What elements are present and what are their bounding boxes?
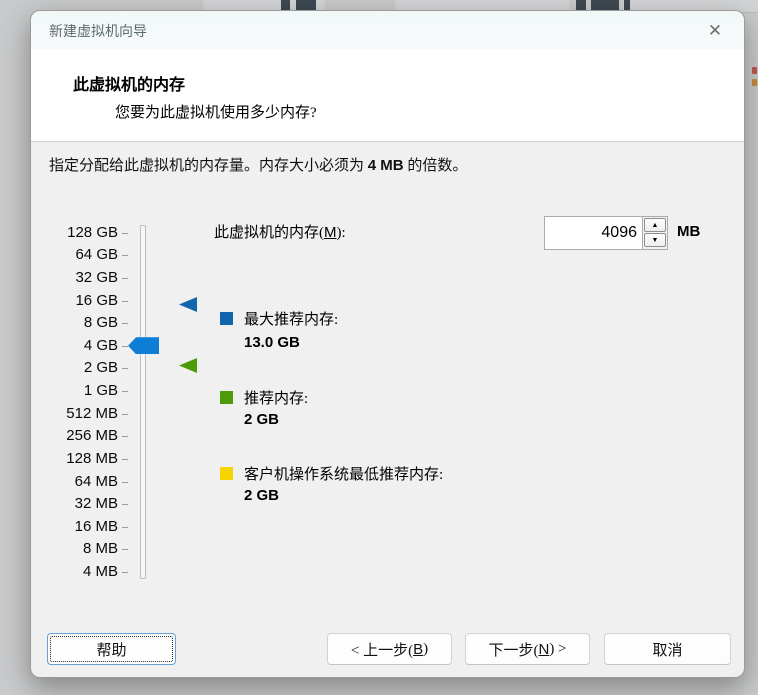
scale-tick-mark bbox=[122, 345, 128, 347]
scale-row: 16 GB bbox=[38, 290, 128, 312]
page-title: 此虚拟机的内存 bbox=[73, 77, 186, 94]
scale-tick-label: 16 GB bbox=[75, 291, 118, 309]
next-button[interactable]: 下一步(N) > bbox=[465, 633, 590, 665]
scale-row: 1 GB bbox=[38, 380, 128, 402]
background-red-fragment bbox=[752, 67, 757, 74]
scale-tick-mark bbox=[122, 504, 128, 506]
memory-unit-label: MB bbox=[677, 223, 701, 240]
scale-row: 16 MB bbox=[38, 516, 128, 538]
scale-tick-mark bbox=[122, 481, 128, 483]
scale-tick-mark bbox=[122, 255, 128, 257]
scale-row: 128 MB bbox=[38, 448, 128, 470]
scale-tick-label: 4 MB bbox=[82, 563, 118, 580]
max-recommended-legend-icon bbox=[220, 312, 233, 325]
scale-row: 4 GB bbox=[38, 335, 128, 357]
scale-tick-mark bbox=[122, 323, 128, 325]
memory-scale: 128 GB 64 GB 32 GB 16 GB 8 GB 4 GB 2 GB 1 GB 512… bbox=[38, 211, 128, 591]
guest-min-value: 2 GB bbox=[244, 487, 280, 504]
scale-tick-label: 1 GB bbox=[83, 382, 118, 399]
back-button[interactable]: < 上一步(B) bbox=[327, 633, 452, 665]
arrow-up-icon: ▲ bbox=[651, 221, 659, 229]
max-recommended-value: 13.0 GB bbox=[244, 334, 300, 351]
scale-tick-mark bbox=[122, 391, 128, 392]
scale-row: 256 MB bbox=[38, 425, 128, 447]
scale-row: 4 MB bbox=[38, 561, 128, 583]
memory-slider-handle[interactable] bbox=[128, 337, 159, 355]
memory-amount-input[interactable]: 4096 bbox=[544, 216, 642, 250]
max-recommended-marker-icon bbox=[179, 297, 197, 312]
scale-row: 2 GB bbox=[38, 357, 128, 379]
scale-tick-mark bbox=[122, 549, 128, 551]
scale-tick-mark bbox=[122, 572, 128, 573]
max-recommended-label: 最大推荐内存: bbox=[244, 312, 339, 328]
scale-tick-label: 128 MB bbox=[66, 449, 118, 467]
scale-tick-mark bbox=[122, 368, 128, 370]
scale-tick-mark bbox=[122, 458, 128, 460]
guest-min-label: 客户机操作系统最低推荐内存: bbox=[244, 467, 444, 483]
scale-tick-label: 512 MB bbox=[66, 404, 118, 422]
scale-row: 128 GB bbox=[38, 222, 128, 244]
instruction-text: 指定分配给此虚拟机的内存量。内存大小必须为 4 MB 的倍数。 bbox=[49, 157, 468, 174]
dialog-titlebar[interactable]: 新建虚拟机向导 ✕ bbox=[31, 11, 744, 49]
wizard-header: 此虚拟机的内存 您要为此虚拟机使用多少内存? bbox=[31, 49, 744, 142]
scale-tick-label: 32 MB bbox=[74, 495, 118, 513]
scale-tick-label: 32 GB bbox=[75, 268, 118, 286]
scale-row: 32 GB bbox=[38, 267, 128, 289]
recommended-value: 2 GB bbox=[244, 411, 280, 428]
page-subtitle: 您要为此虚拟机使用多少内存? bbox=[115, 105, 317, 121]
background-red-fragment bbox=[752, 79, 757, 86]
new-vm-wizard-dialog: 新建虚拟机向导 ✕ 此虚拟机的内存 您要为此虚拟机使用多少内存? 指定分配给此虚… bbox=[30, 10, 745, 678]
scale-tick-mark bbox=[122, 277, 128, 279]
cancel-button[interactable]: 取消 bbox=[604, 633, 731, 665]
recommended-legend-icon bbox=[220, 391, 233, 404]
scale-row: 512 MB bbox=[38, 403, 128, 425]
arrow-down-icon: ▼ bbox=[651, 236, 659, 244]
spin-down-button[interactable]: ▼ bbox=[644, 233, 666, 247]
scale-tick-mark bbox=[122, 232, 128, 234]
scale-row: 64 GB bbox=[38, 244, 128, 266]
scale-tick-mark bbox=[122, 300, 128, 302]
scale-row: 32 MB bbox=[38, 493, 128, 515]
scale-row: 8 MB bbox=[38, 538, 128, 560]
recommended-marker-icon bbox=[179, 358, 197, 373]
scale-tick-label: 8 MB bbox=[82, 540, 118, 558]
scale-tick-mark bbox=[122, 526, 128, 528]
memory-amount-label: 此虚拟机的内存(M): bbox=[214, 224, 346, 241]
scale-tick-label: 64 MB bbox=[74, 472, 118, 490]
scale-row: 64 MB bbox=[38, 471, 128, 493]
scale-tick-label: 64 GB bbox=[75, 246, 118, 264]
scale-tick-label: 8 GB bbox=[83, 314, 118, 332]
scale-tick-label: 16 MB bbox=[74, 517, 118, 535]
scale-tick-label: 128 GB bbox=[67, 223, 118, 241]
memory-spinner: ▲ ▼ bbox=[642, 216, 668, 250]
guest-min-legend-icon bbox=[220, 467, 233, 480]
scale-tick-label: 4 GB bbox=[83, 336, 118, 354]
scale-tick-mark bbox=[122, 413, 128, 415]
scale-tick-label: 2 GB bbox=[83, 359, 118, 377]
scale-tick-mark bbox=[122, 436, 128, 438]
recommended-label: 推荐内存: bbox=[244, 391, 309, 407]
background-text-fragment bbox=[296, 0, 316, 10]
help-button[interactable]: 帮助 bbox=[47, 633, 176, 665]
scale-tick-label: 256 MB bbox=[66, 427, 118, 445]
memory-slider-track[interactable] bbox=[140, 225, 146, 579]
dialog-title: 新建虚拟机向导 bbox=[49, 23, 147, 39]
spin-up-button[interactable]: ▲ bbox=[644, 218, 666, 232]
scale-row: 8 GB bbox=[38, 312, 128, 334]
close-icon[interactable]: ✕ bbox=[700, 19, 730, 43]
